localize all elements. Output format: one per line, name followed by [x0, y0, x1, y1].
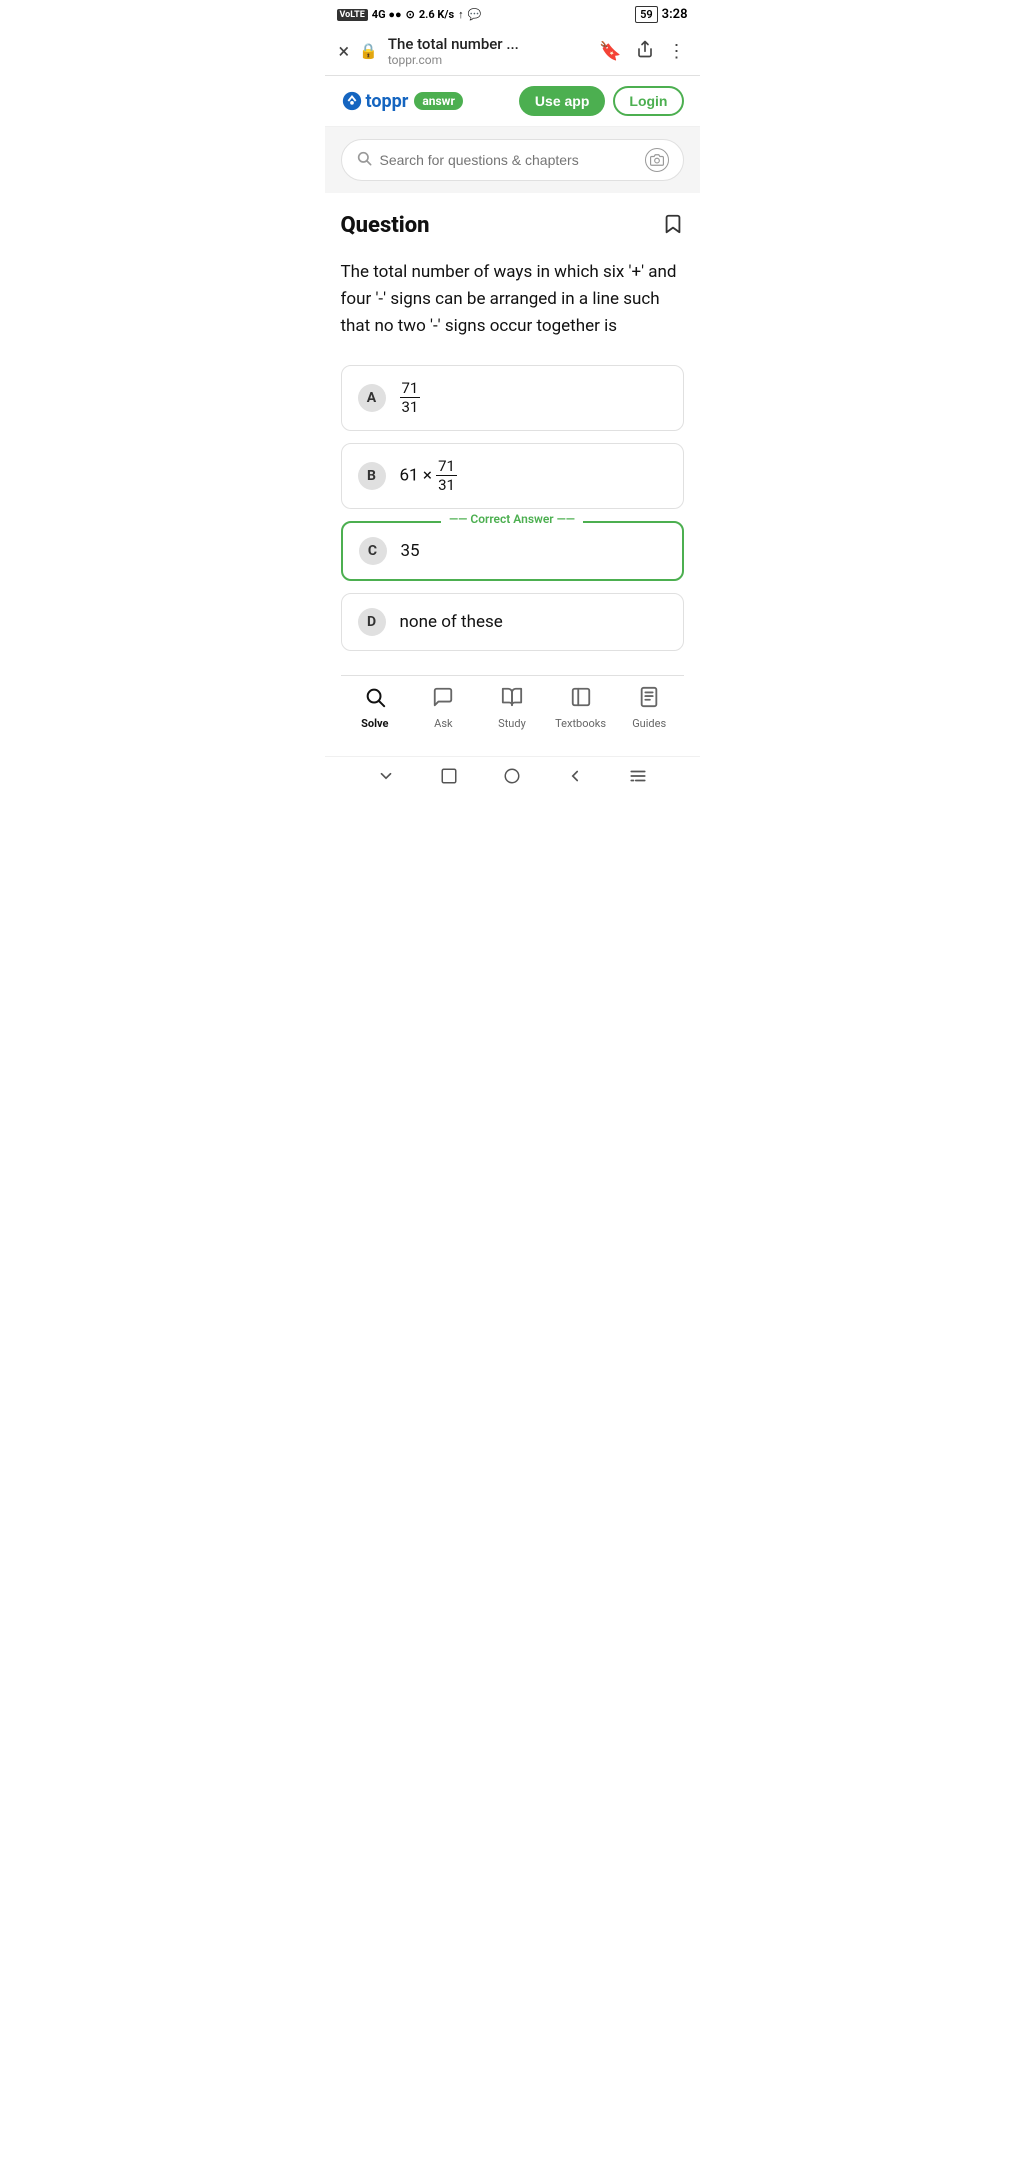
close-tab-button[interactable]: × — [339, 39, 350, 63]
status-right: 59 3:28 — [635, 6, 687, 23]
option-b-label: B — [358, 462, 386, 490]
status-left: VoLTE 4G ●● ⊙ 2.6 K/s ↑ 💬 — [337, 8, 482, 21]
tab-textbooks[interactable]: Textbooks — [546, 686, 615, 730]
study-icon — [501, 686, 523, 714]
nav-down-button[interactable] — [377, 767, 395, 790]
browser-actions: 🔖 ⋮ — [599, 40, 685, 63]
tab-solve[interactable]: Solve — [341, 686, 410, 730]
brand-name-text: toppr — [366, 91, 409, 112]
correct-answer-label: Correct Answer — [441, 512, 583, 526]
option-b[interactable]: B 61 × 71 31 — [341, 443, 684, 509]
option-b-content: 61 × 71 31 — [400, 458, 458, 494]
bookmark-button[interactable]: 🔖 — [599, 41, 621, 62]
toppr-logo-icon — [341, 90, 363, 112]
option-c-label: C — [359, 537, 387, 565]
ask-icon — [432, 686, 454, 714]
lock-icon: 🔒 — [359, 42, 378, 60]
question-text: The total number of ways in which six '+… — [341, 259, 684, 341]
question-header: Question — [341, 213, 684, 241]
data-speed: 2.6 K/s — [419, 8, 454, 21]
signal-strength: 4G ●● — [372, 8, 402, 21]
fraction-b: 71 31 — [436, 458, 457, 494]
arrow-up-icon: ↑ — [458, 8, 464, 21]
tab-study-label: Study — [498, 717, 526, 730]
time-display: 3:28 — [662, 7, 688, 22]
camera-search-icon[interactable] — [645, 148, 669, 172]
share-button[interactable] — [636, 40, 654, 63]
tab-study[interactable]: Study — [478, 686, 547, 730]
option-a-label: A — [358, 384, 386, 412]
tab-bar: Solve Ask Study — [341, 675, 684, 736]
question-bookmark-icon[interactable] — [662, 213, 684, 241]
page-url: toppr.com — [388, 53, 589, 67]
solve-icon — [364, 686, 386, 714]
notification-icon: 💬 — [468, 8, 482, 21]
brand-area: toppr answr — [341, 90, 463, 112]
main-content: Question The total number of ways in whi… — [325, 193, 700, 756]
top-nav: toppr answr Use app Login — [325, 76, 700, 127]
login-button[interactable]: Login — [613, 86, 683, 116]
nav-home-button[interactable] — [503, 767, 521, 790]
use-app-button[interactable]: Use app — [519, 86, 605, 116]
brand-logo: toppr — [341, 90, 409, 112]
options-container: A 71 31 B 61 × 71 31 Correct Answer C — [341, 365, 684, 651]
tab-solve-label: Solve — [361, 717, 388, 730]
option-d[interactable]: D none of these — [341, 593, 684, 651]
question-section-label: Question — [341, 213, 430, 238]
search-icon — [356, 150, 372, 170]
tab-ask-label: Ask — [434, 717, 452, 730]
option-d-content: none of these — [400, 612, 503, 632]
fraction-a: 71 31 — [400, 380, 421, 416]
more-menu-button[interactable]: ⋮ — [668, 41, 686, 62]
tab-guides-label: Guides — [632, 717, 666, 730]
page-title: The total number ... — [388, 35, 589, 53]
search-input[interactable] — [380, 152, 637, 168]
browser-bar: × 🔒 The total number ... toppr.com 🔖 ⋮ — [325, 27, 700, 76]
nav-back-button[interactable] — [566, 767, 584, 790]
search-bar[interactable] — [341, 139, 684, 181]
option-a[interactable]: A 71 31 — [341, 365, 684, 431]
guides-icon — [638, 686, 660, 714]
textbooks-icon — [570, 686, 592, 714]
tab-textbooks-label: Textbooks — [555, 717, 606, 730]
nav-menu-button[interactable] — [629, 767, 647, 790]
nav-recent-button[interactable] — [440, 767, 458, 790]
tab-ask[interactable]: Ask — [409, 686, 478, 730]
option-a-content: 71 31 — [400, 380, 421, 416]
battery-indicator: 59 — [635, 6, 658, 23]
option-b-prefix: 61 × — [400, 465, 437, 485]
option-c-content: 35 — [401, 541, 420, 561]
browser-title-area: The total number ... toppr.com — [388, 35, 589, 67]
answr-badge: answr — [414, 92, 463, 110]
search-bar-container — [325, 127, 700, 193]
hotspot-icon: ⊙ — [406, 8, 415, 21]
android-nav-bar — [325, 756, 700, 800]
tab-guides[interactable]: Guides — [615, 686, 684, 730]
status-bar: VoLTE 4G ●● ⊙ 2.6 K/s ↑ 💬 59 3:28 — [325, 0, 700, 27]
option-c[interactable]: Correct Answer C 35 — [341, 521, 684, 581]
nav-buttons: Use app Login — [519, 86, 684, 116]
option-d-label: D — [358, 608, 386, 636]
volte-badge: VoLTE — [337, 9, 368, 21]
